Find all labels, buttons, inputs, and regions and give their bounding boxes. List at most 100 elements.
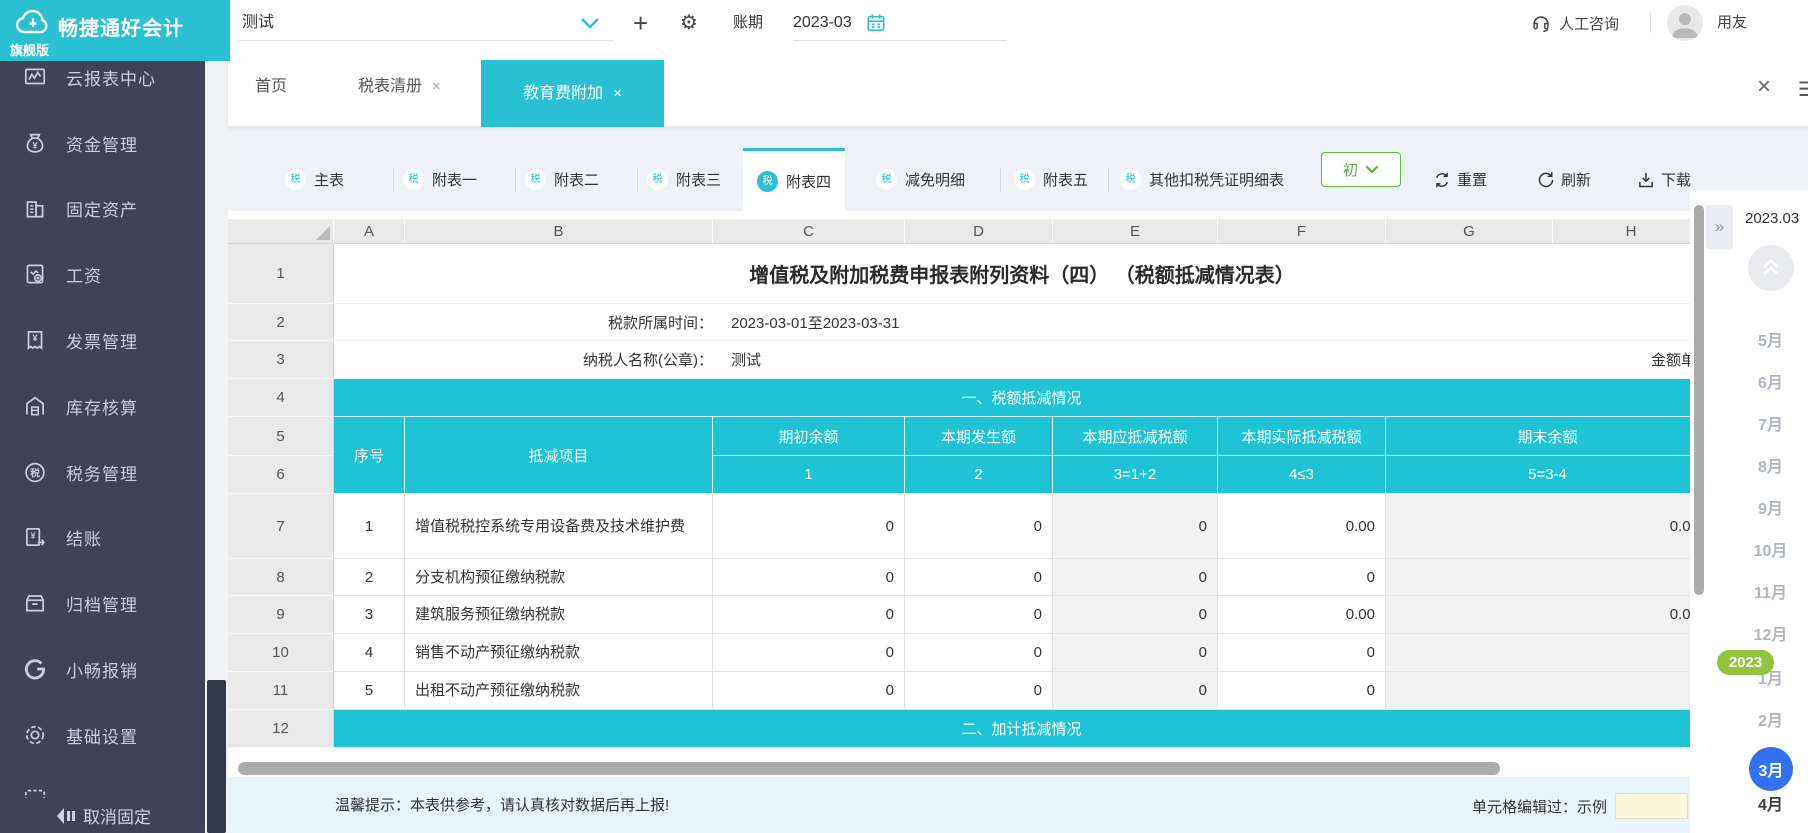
table-row: 11 5 出租不动产预征缴纳税款 0 0 0 0 0 (228, 672, 1690, 710)
sheet-title: 增值税及附加税费申报表附列资料（四） （税额抵减情况表） (334, 244, 1690, 304)
cell-item: 分支机构预征缴纳税款 (405, 559, 713, 596)
footer-tip: 温馨提示：本表供参考，请认真核对数据后再上报! (335, 797, 670, 814)
tab-education-surcharge-active[interactable]: 教育费附加 × (481, 60, 664, 127)
sidebar-scrollbar-track[interactable] (205, 61, 228, 833)
sidebar-item-closing[interactable]: ¥ 结账 (0, 515, 205, 559)
month-item[interactable]: 9月 (1733, 495, 1808, 525)
reset-button[interactable]: 重置 (1433, 148, 1487, 211)
avatar[interactable] (1667, 5, 1703, 41)
cell-value[interactable]: 0 (905, 634, 1053, 672)
refresh-button[interactable]: 刷新 (1537, 148, 1591, 211)
cell-value[interactable]: 0 (905, 672, 1053, 710)
tab-divider (637, 168, 638, 192)
period-init-dropdown[interactable]: 初 (1321, 152, 1401, 187)
calendar-icon[interactable] (866, 13, 886, 33)
expand-panel-button[interactable]: » (1706, 205, 1733, 249)
sheet-tab-schedule2[interactable]: 税 附表二 (525, 148, 599, 211)
sheet-tab-schedule1[interactable]: 税 附表一 (403, 148, 477, 211)
footer-bar: 温馨提示：本表供参考，请认真核对数据后再上报! 单元格编辑过： 示例 (228, 779, 1692, 833)
month-item-current[interactable]: 4月 (1733, 791, 1808, 821)
month-item[interactable]: 6月 (1733, 369, 1808, 399)
edited-cell-label: 单元格编辑过： (1472, 798, 1578, 816)
month-item[interactable]: 11月 (1733, 579, 1808, 609)
close-tab-icon[interactable]: × (432, 78, 441, 95)
sidebar-scrollbar-thumb[interactable] (207, 680, 226, 833)
sidebar-item-inventory[interactable]: 库存核算 (0, 384, 205, 428)
month-item[interactable]: 5月 (1733, 327, 1808, 357)
cell-value[interactable]: 0 (905, 559, 1053, 596)
header-col-num: 4≤3 (1218, 456, 1386, 494)
username[interactable]: 用友 (1717, 0, 1747, 46)
row-number: 10 (228, 634, 334, 672)
cell-value[interactable]: 0 (713, 559, 905, 596)
sheet-tab-schedule4-active[interactable]: 税 附表四 (743, 148, 846, 211)
column-header: F (1218, 219, 1386, 244)
header-item: 抵减项目 (405, 417, 713, 494)
sheet-tab-other-deduction[interactable]: 税 其他扣税凭证明细表 (1120, 148, 1284, 211)
cell-value[interactable]: 0 (713, 596, 905, 634)
table-row: 1 增值税及附加税费申报表附列资料（四） （税额抵减情况表） (228, 244, 1690, 304)
month-item[interactable]: 12月 (1733, 621, 1808, 651)
cell-value[interactable]: 0 (713, 494, 905, 559)
gear-icon (25, 725, 45, 745)
add-button[interactable]: + (633, 0, 648, 46)
sidebar-item-payroll[interactable]: 工资 (0, 252, 205, 296)
cell-value[interactable]: 0 (713, 634, 905, 672)
cell-value[interactable]: 0.00 (1218, 494, 1386, 559)
tax-doc-icon: 税 (647, 169, 668, 190)
cell-seq: 2 (334, 559, 405, 596)
sheet-tab-schedule5[interactable]: 税 附表五 (1014, 148, 1088, 211)
close-panel-icon[interactable]: × (1757, 75, 1771, 99)
sidebar-item-invoices[interactable]: ¥ 发票管理 (0, 318, 205, 362)
cell-value[interactable]: 0 (905, 596, 1053, 634)
gear-icon[interactable]: ⚙ (680, 0, 698, 46)
sidebar-item-funds[interactable]: ¥ 资金管理 (0, 121, 205, 165)
close-tab-icon[interactable]: × (613, 85, 622, 102)
cell-value[interactable]: 0 (1218, 672, 1386, 710)
sidebar-item-archive[interactable]: 归档管理 (0, 581, 205, 625)
download-button[interactable]: 下载 (1637, 148, 1691, 211)
sheet-tab-schedule3[interactable]: 税 附表三 (647, 148, 721, 211)
vertical-scrollbar[interactable] (1694, 205, 1704, 595)
sidebar-item-expense[interactable]: 小畅报销 (0, 647, 205, 691)
spreadsheet: A B C D E F G H 1 增值税及附加税费申报表附列资料（四） （税额… (228, 211, 1690, 777)
month-item[interactable]: 7月 (1733, 411, 1808, 441)
cell-value[interactable]: 0 (713, 672, 905, 710)
sheet-tab-reduction-detail[interactable]: 税 减免明细 (876, 148, 965, 211)
sidebar-item-settings[interactable]: 基础设置 (0, 713, 205, 757)
month-item[interactable]: 8月 (1733, 453, 1808, 483)
cloud-logo-icon (15, 9, 48, 34)
row-number: 2 (228, 304, 334, 341)
tax-icon: 税 (25, 462, 45, 483)
tax-doc-icon: 税 (757, 170, 778, 192)
chevron-down-icon[interactable] (580, 17, 600, 29)
building-icon (26, 201, 44, 218)
horizontal-scrollbar[interactable] (238, 762, 1500, 775)
tax-doc-icon: 税 (1120, 169, 1141, 190)
cell-value[interactable]: 0 (905, 494, 1053, 559)
header-col-num: 2 (905, 456, 1053, 494)
tab-tax-register[interactable]: 税表清册 × (358, 46, 441, 127)
scroll-months-up-button[interactable] (1748, 245, 1794, 291)
person-icon (1672, 13, 1698, 38)
unpin-sidebar-button[interactable]: 取消固定 (0, 798, 205, 833)
month-item[interactable]: 10月 (1733, 537, 1808, 567)
sidebar-item-cloud-reports[interactable]: 云报表中心 (0, 55, 205, 99)
sidebar-item-tax[interactable]: 税 税务管理 (0, 450, 205, 494)
month-item-active[interactable]: 3月 (1749, 747, 1793, 791)
cell-value[interactable]: 0 (1218, 634, 1386, 672)
sidebar-item-fixed-assets[interactable]: 固定资产 (0, 186, 205, 230)
sheet-tab-main[interactable]: 税 主表 (285, 148, 344, 211)
tab-menu-icon[interactable]: ☰ (1798, 77, 1808, 102)
header-ending-balance: 期末余额 (1386, 417, 1690, 456)
row-number: 6 (228, 456, 334, 494)
table-row: 2 税款所属时间： 2023-03-01至2023-03-31 (228, 304, 1690, 341)
table-row: 12 二、加计抵减情况 (228, 710, 1690, 748)
row-number: 8 (228, 559, 334, 596)
tab-home[interactable]: 首页 (255, 46, 287, 127)
cell-value[interactable]: 0 (1218, 559, 1386, 596)
cell-value-readonly: 0 (1053, 672, 1218, 710)
month-item[interactable]: 2月 (1733, 707, 1808, 737)
cell-value[interactable]: 0.00 (1218, 596, 1386, 634)
support-button[interactable]: 人工咨询 (1530, 0, 1619, 46)
